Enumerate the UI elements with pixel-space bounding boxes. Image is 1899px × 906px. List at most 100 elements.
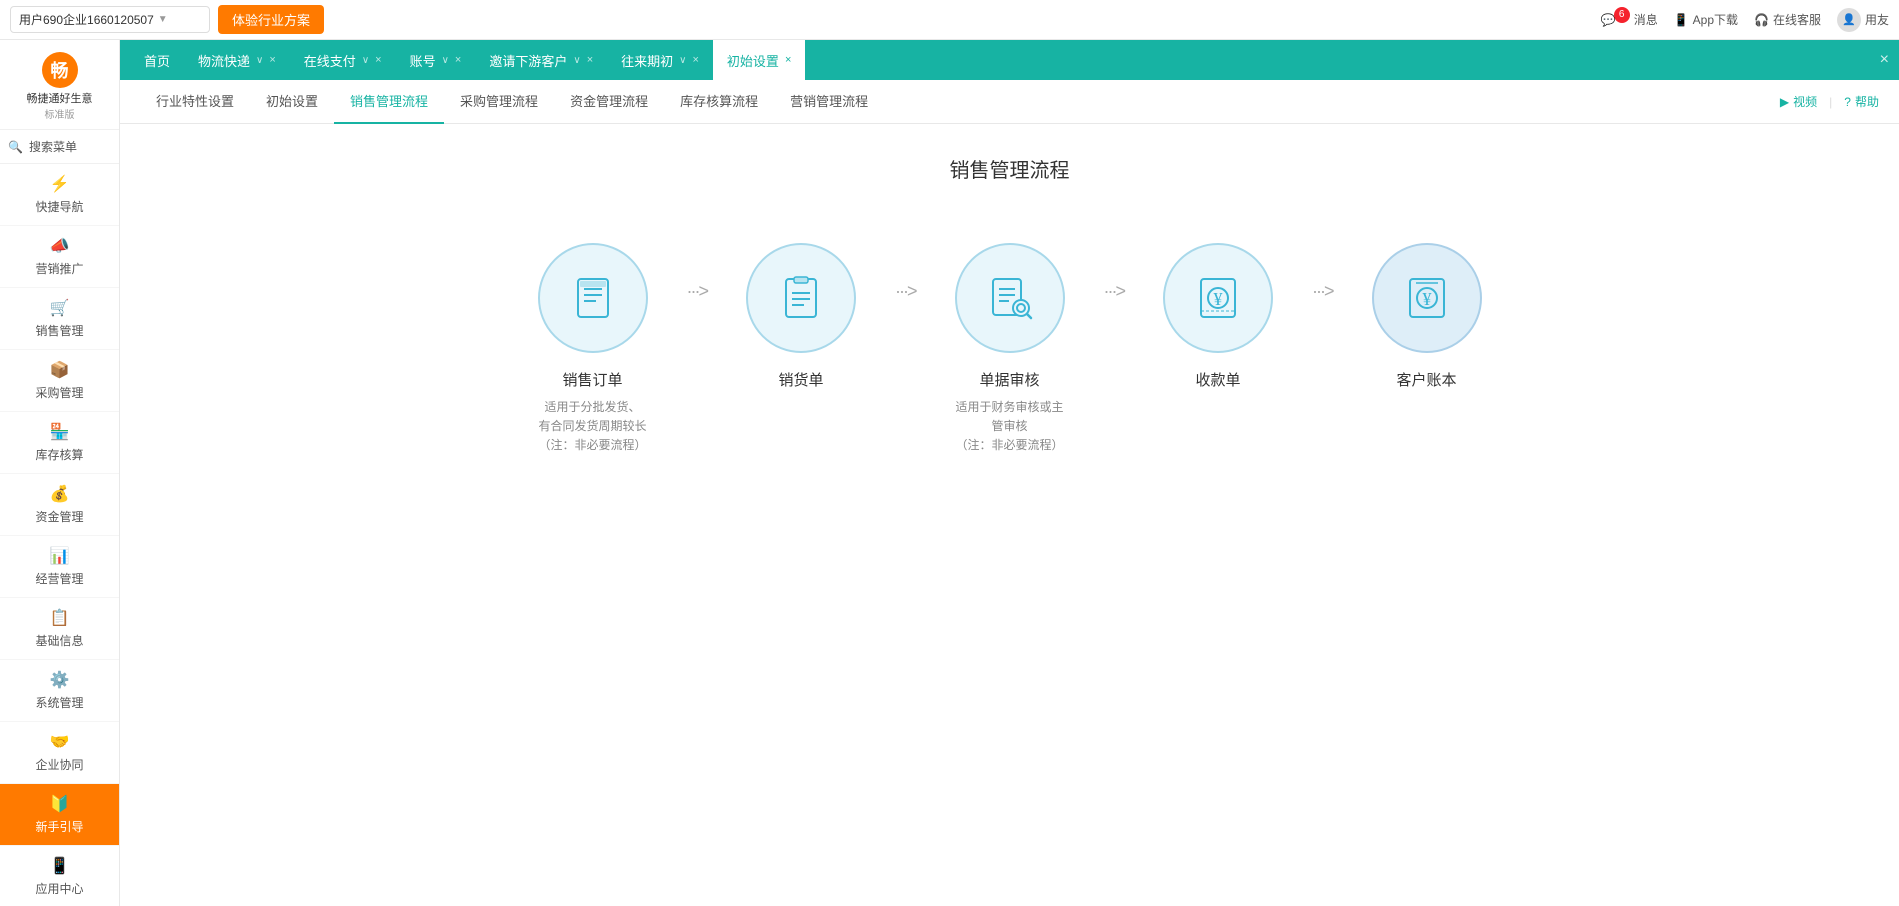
sidebar-item-label: 经营管理 — [35, 570, 83, 587]
tab-logistics-close-icon[interactable]: × — [269, 54, 275, 66]
sub-tab-purchase-flow[interactable]: 采购管理流程 — [444, 80, 554, 124]
sidebar-item-marketing[interactable]: 📣 营销推广 — [0, 226, 119, 288]
sub-tab-marketing-flow-label: 营销管理流程 — [790, 91, 868, 110]
sub-tab-init-label: 初始设置 — [266, 91, 318, 110]
sidebar-item-quick-guide[interactable]: ⚡ 快捷导航 — [0, 164, 119, 226]
user-profile-button[interactable]: 👤 用友 — [1837, 8, 1889, 32]
receipt-icon: ¥ — [1193, 273, 1243, 323]
tab-account-close-icon[interactable]: × — [455, 54, 461, 66]
tab-account-label: 账号 — [410, 51, 436, 70]
system-icon: ⚙️ — [50, 670, 70, 690]
messages-button[interactable]: 💬 6 消息 — [1601, 11, 1658, 28]
sub-tab-industry[interactable]: 行业特性设置 — [140, 80, 250, 124]
help-button[interactable]: ? 帮助 — [1844, 93, 1879, 110]
sub-tab-sales-flow[interactable]: 销售管理流程 — [334, 80, 444, 124]
flow-circle-doc-review — [955, 243, 1065, 353]
sub-tab-bar-right: ▶ 视频 | ? 帮助 — [1780, 93, 1879, 110]
sub-tab-industry-label: 行业特性设置 — [156, 91, 234, 110]
sidebar-item-new-guide[interactable]: 🔰 新手引导 — [0, 784, 119, 846]
tab-period-init[interactable]: 往来期初 ∨ × — [607, 40, 713, 80]
trial-button[interactable]: 体验行业方案 — [218, 5, 324, 34]
sub-tab-fund-flow-label: 资金管理流程 — [570, 91, 648, 110]
sidebar-item-app-center[interactable]: 📱 应用中心 — [0, 846, 119, 906]
top-bar-right: 💬 6 消息 📱 App下载 🎧 在线客服 👤 用友 — [1601, 8, 1889, 32]
tab-period-init-close-icon[interactable]: × — [692, 54, 698, 66]
sub-tab-marketing-flow[interactable]: 营销管理流程 — [774, 80, 884, 124]
sub-tab-fund-flow[interactable]: 资金管理流程 — [554, 80, 664, 124]
sidebar-search-label: 搜索菜单 — [29, 138, 77, 155]
tab-init-settings-close-icon[interactable]: × — [785, 54, 791, 66]
flow-diagram: 销售订单 适用于分批发货、有合同发货周期较长（注：非必要流程） ···> — [140, 243, 1879, 456]
headset-icon: 🎧 — [1754, 13, 1769, 27]
sales-icon: 🛒 — [50, 298, 70, 318]
tab-invite-label: 邀请下游客户 — [489, 51, 567, 70]
flow-step-sales-delivery: 销货单 — [711, 243, 891, 398]
user-selector[interactable]: 用户690企业1660120507 ▼ — [10, 6, 210, 33]
sidebar-item-basic-info[interactable]: 📋 基础信息 — [0, 598, 119, 660]
operation-icon: 📊 — [50, 546, 70, 566]
search-icon: 🔍 — [8, 140, 23, 154]
tab-logistics[interactable]: 物流快递 ∨ × — [184, 40, 290, 80]
flow-label-sales-order: 销售订单 — [562, 369, 622, 390]
marketing-icon: 📣 — [50, 236, 70, 256]
flow-label-sales-delivery: 销货单 — [778, 369, 823, 390]
tab-home-label: 首页 — [144, 51, 170, 70]
sidebar-item-sales[interactable]: 🛒 销售管理 — [0, 288, 119, 350]
sidebar-item-operation[interactable]: 📊 经营管理 — [0, 536, 119, 598]
sidebar-item-purchase[interactable]: 📦 采购管理 — [0, 350, 119, 412]
online-service-button[interactable]: 🎧 在线客服 — [1754, 11, 1821, 28]
app-download-button[interactable]: 📱 App下载 — [1674, 11, 1738, 28]
tab-expand-icon: ∨ — [256, 55, 263, 66]
enterprise-coop-icon: 🤝 — [50, 732, 70, 752]
basic-info-icon: 📋 — [50, 608, 70, 628]
top-bar: 用户690企业1660120507 ▼ 体验行业方案 💬 6 消息 📱 App下… — [0, 0, 1899, 40]
avatar: 👤 — [1837, 8, 1861, 32]
tab-init-settings-label: 初始设置 — [727, 51, 779, 70]
tab-invite[interactable]: 邀请下游客户 ∨ × — [475, 40, 607, 80]
sub-tab-inventory-flow[interactable]: 库存核算流程 — [664, 80, 774, 124]
sidebar-item-enterprise-coop[interactable]: 🤝 企业协同 — [0, 722, 119, 784]
sidebar-item-system[interactable]: ⚙️ 系统管理 — [0, 660, 119, 722]
sales-delivery-icon — [776, 273, 826, 323]
flow-arrow-1: ···> — [683, 281, 712, 302]
sidebar-item-finance[interactable]: 💰 资金管理 — [0, 474, 119, 536]
sales-order-icon — [568, 273, 618, 323]
user-selector-label: 用户690企业1660120507 — [19, 11, 154, 28]
user-name-label: 用友 — [1865, 11, 1889, 28]
app-center-icon: 📱 — [50, 856, 70, 876]
sub-tab-init[interactable]: 初始设置 — [250, 80, 334, 124]
tab-home[interactable]: 首页 — [130, 40, 184, 80]
messages-label: 消息 — [1634, 11, 1658, 28]
flow-circle-sales-order — [538, 243, 648, 353]
tab-payment[interactable]: 在线支付 ∨ × — [290, 40, 396, 80]
tab-account[interactable]: 账号 ∨ × — [396, 40, 476, 80]
tab-nav: 首页 物流快递 ∨ × 在线支付 ∨ × 账号 ∨ × 邀请下游客户 ∨ × — [120, 40, 1899, 80]
flow-container: 销售管理流程 销售订单 — [120, 124, 1899, 486]
sidebar-item-label: 企业协同 — [35, 756, 83, 773]
tab-expand-icon: ∨ — [573, 55, 580, 66]
tab-invite-close-icon[interactable]: × — [587, 54, 593, 66]
sub-tab-inventory-flow-label: 库存核算流程 — [680, 91, 758, 110]
tab-payment-close-icon[interactable]: × — [375, 54, 381, 66]
tab-expand-icon: ∨ — [362, 55, 369, 66]
flow-label-customer-account: 客户账本 — [1396, 369, 1456, 390]
sidebar-item-label: 基础信息 — [35, 632, 83, 649]
tab-init-settings[interactable]: 初始设置 × — [713, 40, 805, 80]
flow-arrow-2: ···> — [891, 281, 920, 302]
sidebar-item-inventory[interactable]: 🏪 库存核算 — [0, 412, 119, 474]
close-all-button[interactable]: × — [1880, 51, 1889, 69]
video-icon: ▶ — [1780, 95, 1789, 109]
help-icon: ? — [1844, 95, 1851, 109]
svg-text:¥: ¥ — [1214, 289, 1223, 309]
tab-period-init-label: 往来期初 — [621, 51, 673, 70]
finance-icon: 💰 — [50, 484, 70, 504]
sidebar-search-item[interactable]: 🔍 搜索菜单 — [0, 130, 119, 164]
video-help-button[interactable]: ▶ 视频 — [1780, 93, 1817, 110]
tab-expand-icon: ∨ — [679, 55, 686, 66]
sub-tab-sales-flow-label: 销售管理流程 — [350, 91, 428, 110]
app-layout: 畅 畅捷通好生意 标准版 🔍 搜索菜单 ⚡ 快捷导航 📣 营销推广 🛒 销售管理… — [0, 40, 1899, 906]
customer-account-icon: ¥ — [1402, 273, 1452, 323]
content-area: 首页 物流快递 ∨ × 在线支付 ∨ × 账号 ∨ × 邀请下游客户 ∨ × — [120, 40, 1899, 906]
dropdown-arrow-icon: ▼ — [158, 14, 168, 25]
sub-tab-bar: 行业特性设置 初始设置 销售管理流程 采购管理流程 资金管理流程 库存核算流程 — [120, 80, 1899, 124]
